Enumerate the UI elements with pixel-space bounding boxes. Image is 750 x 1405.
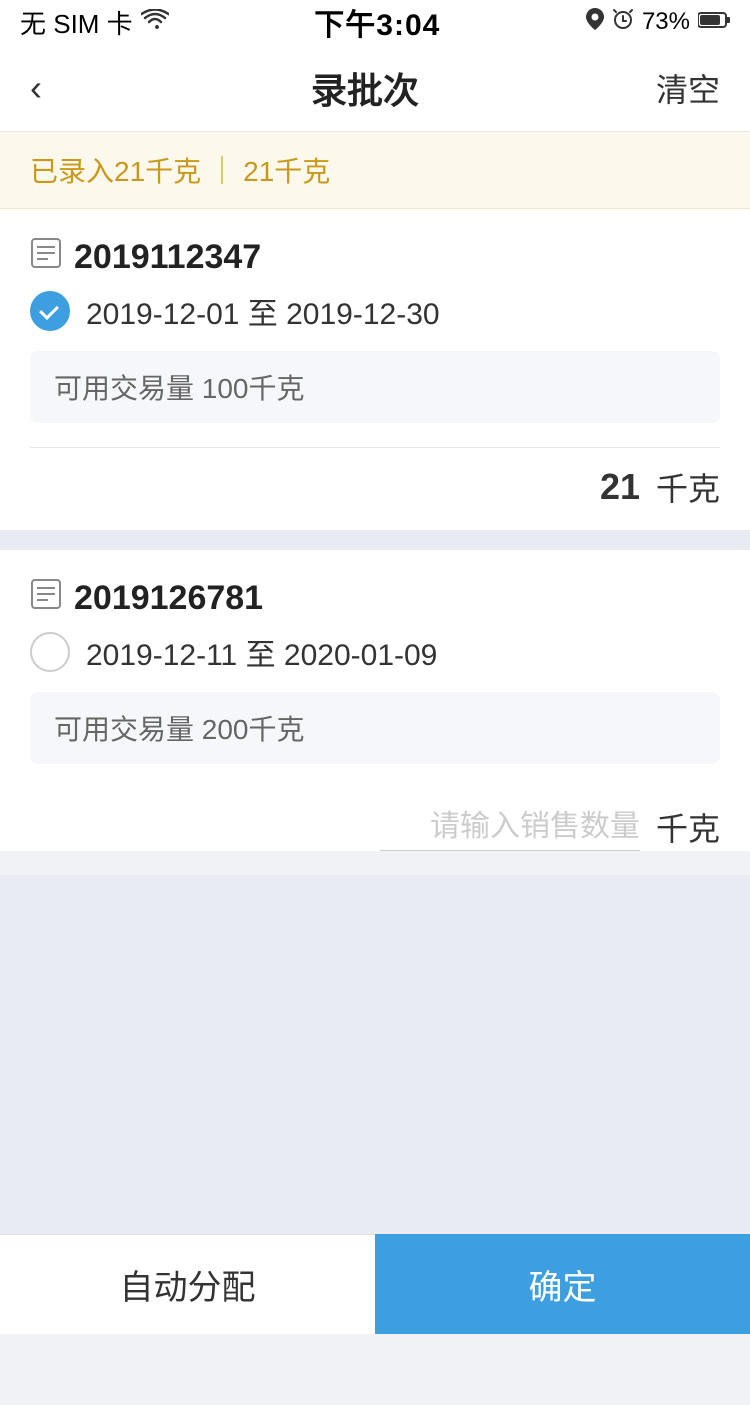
section-divider [0, 530, 750, 550]
batch-doc-icon-2 [30, 578, 62, 618]
nav-title: 录批次 [90, 62, 640, 114]
input-underline-2 [380, 850, 640, 851]
batch-date-row-1: 2019-12-01 至 2019-12-30 [30, 289, 720, 333]
batch-header-1: 2019112347 [30, 237, 720, 277]
batch-date-2: 2019-12-11 至 2020-01-09 [86, 630, 437, 674]
qty-unit-1: 千克 [656, 464, 720, 510]
location-icon [586, 8, 604, 37]
back-button[interactable]: ‹ [30, 67, 90, 109]
carrier-text: 无 SIM 卡 [20, 4, 133, 41]
radio-checked-1[interactable] [30, 291, 70, 331]
batch-date-1: 2019-12-01 至 2019-12-30 [86, 289, 440, 333]
radio-unchecked-2[interactable] [30, 632, 70, 672]
qty-input-2[interactable] [360, 810, 640, 844]
battery-icon [698, 8, 730, 36]
status-time: 下午3:04 [314, 0, 440, 44]
bottom-buttons: 自动分配 确定 [0, 1234, 750, 1334]
batch-card-1: 2019112347 2019-12-01 至 2019-12-30 可用交易量… [0, 209, 750, 530]
status-banner: 已录入21千克 21千克 [0, 132, 750, 209]
qty-value-1: 21 [600, 466, 640, 508]
batch-id-1: 2019112347 [74, 238, 261, 277]
batch-card-2: 2019126781 2019-12-11 至 2020-01-09 可用交易量… [0, 550, 750, 851]
battery-text: 73% [642, 8, 690, 36]
confirm-button[interactable]: 确定 [375, 1234, 750, 1334]
batch-date-row-2: 2019-12-11 至 2020-01-09 [30, 630, 720, 674]
nav-bar: ‹ 录批次 清空 [0, 44, 750, 132]
recorded-value-text: 21千克 [243, 150, 330, 190]
batch-id-2: 2019126781 [74, 579, 263, 618]
qty-unit-2: 千克 [656, 804, 720, 850]
auto-distribute-button[interactable]: 自动分配 [0, 1234, 375, 1334]
clear-button[interactable]: 清空 [640, 65, 720, 111]
status-carrier: 无 SIM 卡 [20, 4, 169, 41]
wifi-icon [141, 7, 169, 38]
banner-divider [221, 156, 223, 184]
batch-header-2: 2019126781 [30, 578, 720, 618]
available-qty-2: 可用交易量 200千克 [30, 692, 720, 764]
alarm-icon [612, 8, 634, 37]
already-recorded-text: 已录入21千克 [30, 150, 201, 190]
status-bar: 无 SIM 卡 下午3:04 73 [0, 0, 750, 44]
available-qty-1: 可用交易量 100千克 [30, 351, 720, 423]
qty-row-1: 21 千克 [30, 447, 720, 530]
status-right: 73% [586, 8, 730, 37]
batch-doc-icon-1 [30, 237, 62, 277]
